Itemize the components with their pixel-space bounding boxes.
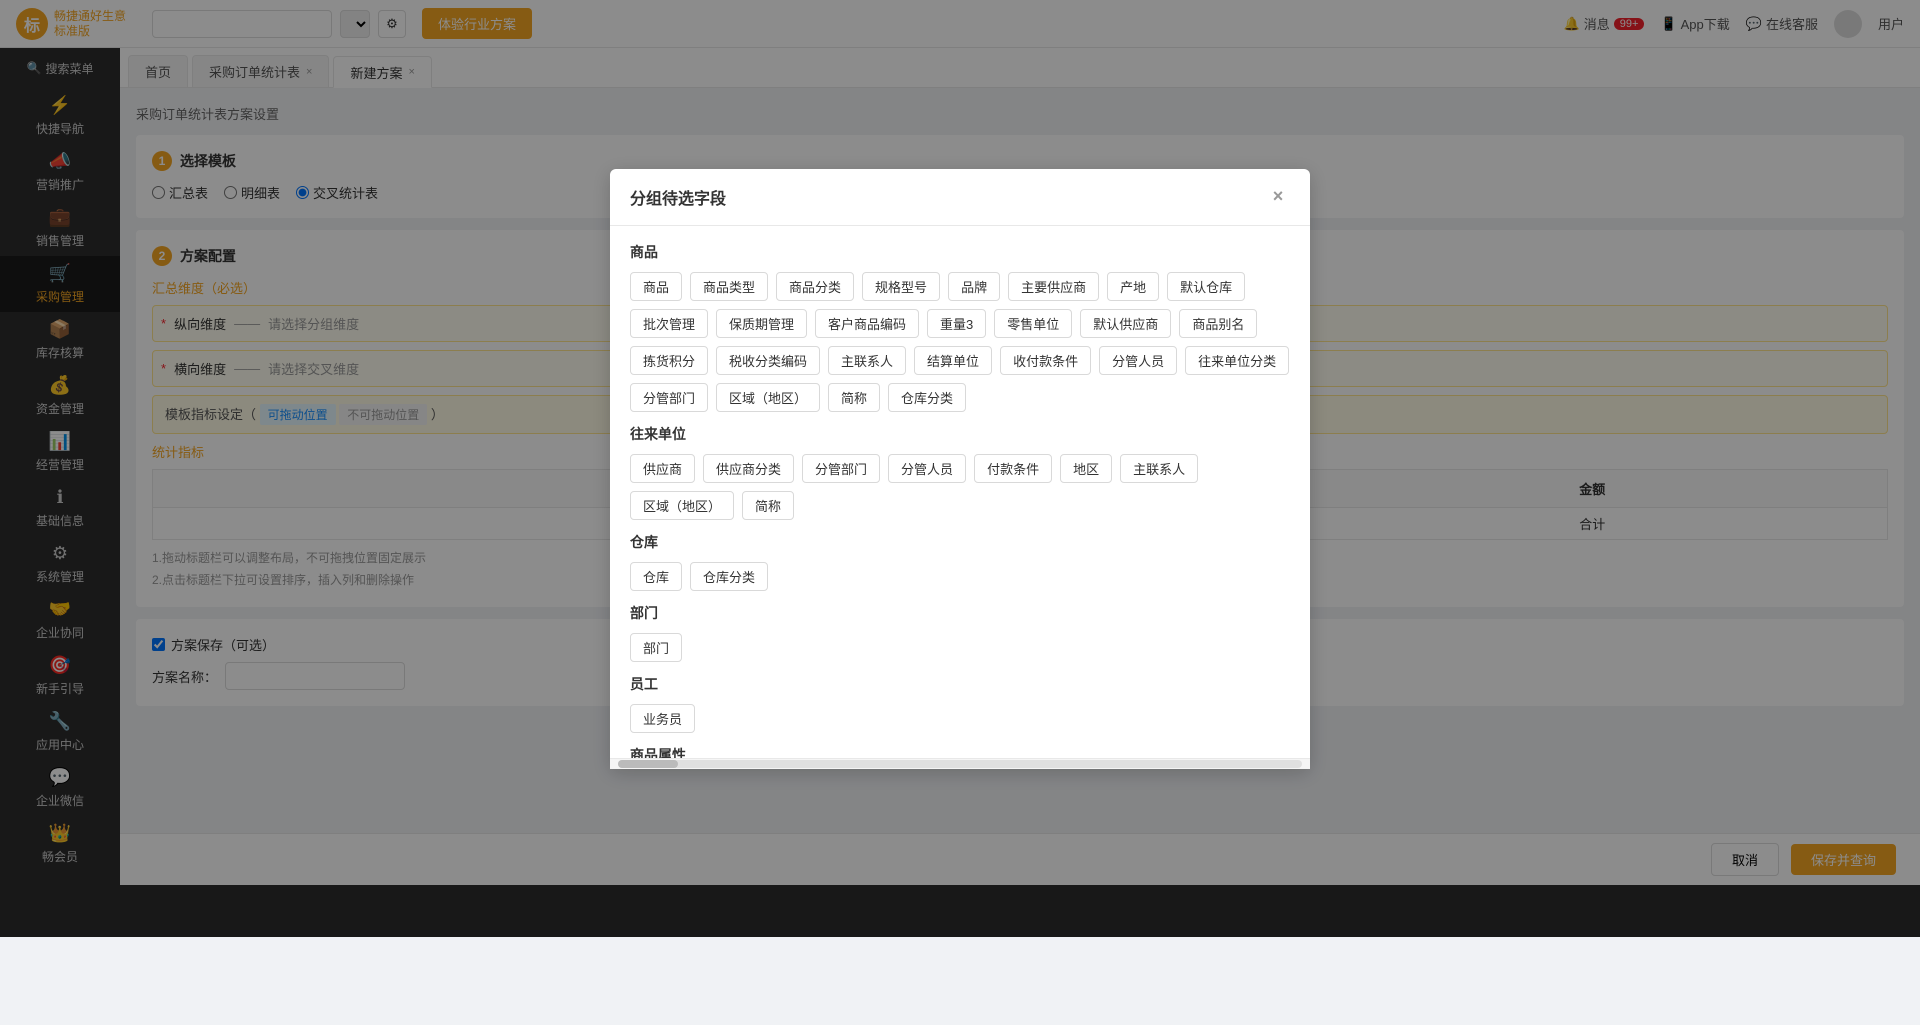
modal-field-group: 商品商品类型商品分类规格型号品牌主要供应商产地默认仓库批次管理保质期管理客户商品… — [630, 272, 1290, 412]
field-chip[interactable]: 分管部门 — [630, 383, 708, 412]
h-scrollbar-thumb[interactable] — [618, 760, 678, 768]
field-chip[interactable]: 结算单位 — [914, 346, 992, 375]
field-chip[interactable]: 保质期管理 — [716, 309, 807, 338]
field-chip[interactable]: 商品类型 — [690, 272, 768, 301]
field-chip[interactable]: 付款条件 — [974, 454, 1052, 483]
modal-section-title: 商品 — [630, 242, 1290, 262]
modal-close-button[interactable]: × — [1266, 185, 1290, 209]
modal-section-title: 商品属性 — [630, 745, 1290, 758]
field-chip[interactable]: 主联系人 — [1120, 454, 1198, 483]
field-chip[interactable]: 供应商 — [630, 454, 695, 483]
field-chip[interactable]: 税收分类编码 — [716, 346, 820, 375]
field-chip[interactable]: 零售单位 — [994, 309, 1072, 338]
field-chip[interactable]: 分管人员 — [888, 454, 966, 483]
field-chip[interactable]: 往来单位分类 — [1185, 346, 1289, 375]
field-chip[interactable]: 地区 — [1060, 454, 1112, 483]
modal-overlay: 分组待选字段 × 商品商品商品类型商品分类规格型号品牌主要供应商产地默认仓库批次… — [0, 0, 1920, 937]
modal-body: 商品商品商品类型商品分类规格型号品牌主要供应商产地默认仓库批次管理保质期管理客户… — [610, 226, 1310, 758]
field-chip[interactable]: 品牌 — [948, 272, 1000, 301]
modal-section-title: 员工 — [630, 674, 1290, 694]
h-scrollbar[interactable] — [618, 760, 1302, 768]
field-chip[interactable]: 商品别名 — [1179, 309, 1257, 338]
modal-title: 分组待选字段 — [630, 185, 726, 209]
field-chip[interactable]: 主联系人 — [828, 346, 906, 375]
field-chip[interactable]: 商品 — [630, 272, 682, 301]
modal-header: 分组待选字段 × — [610, 169, 1310, 226]
modal-field-group: 仓库仓库分类 — [630, 562, 1290, 591]
field-chip[interactable]: 重量3 — [927, 309, 986, 338]
field-chip[interactable]: 收付款条件 — [1000, 346, 1091, 375]
modal-section-title: 部门 — [630, 603, 1290, 623]
modal-horizontal-scroll[interactable] — [610, 758, 1310, 769]
field-chip[interactable]: 仓库 — [630, 562, 682, 591]
modal-section-title: 仓库 — [630, 532, 1290, 552]
field-chip[interactable]: 仓库分类 — [888, 383, 966, 412]
field-chip[interactable]: 商品分类 — [776, 272, 854, 301]
field-chip[interactable]: 供应商分类 — [703, 454, 794, 483]
field-chip[interactable]: 分管部门 — [802, 454, 880, 483]
field-chip[interactable]: 主要供应商 — [1008, 272, 1099, 301]
field-chip[interactable]: 简称 — [828, 383, 880, 412]
field-chip[interactable]: 默认供应商 — [1080, 309, 1171, 338]
field-chip[interactable]: 规格型号 — [862, 272, 940, 301]
field-chip[interactable]: 区域（地区） — [716, 383, 820, 412]
field-chip[interactable]: 业务员 — [630, 704, 695, 733]
field-chip[interactable]: 简称 — [742, 491, 794, 520]
field-chip[interactable]: 产地 — [1107, 272, 1159, 301]
field-chip[interactable]: 分管人员 — [1099, 346, 1177, 375]
modal-field-group: 供应商供应商分类分管部门分管人员付款条件地区主联系人区域（地区） 简称 — [630, 454, 1290, 520]
field-chip[interactable]: 仓库分类 — [690, 562, 768, 591]
field-chip[interactable]: 区域（地区） — [630, 491, 734, 520]
modal-field-group: 部门 — [630, 633, 1290, 662]
modal-section-title: 往来单位 — [630, 424, 1290, 444]
field-chip[interactable]: 客户商品编码 — [815, 309, 919, 338]
modal-field-group: 业务员 — [630, 704, 1290, 733]
field-chip[interactable]: 批次管理 — [630, 309, 708, 338]
field-chip[interactable]: 默认仓库 — [1167, 272, 1245, 301]
field-chip[interactable]: 部门 — [630, 633, 682, 662]
modal-dialog: 分组待选字段 × 商品商品商品类型商品分类规格型号品牌主要供应商产地默认仓库批次… — [610, 169, 1310, 769]
field-chip[interactable]: 拣货积分 — [630, 346, 708, 375]
